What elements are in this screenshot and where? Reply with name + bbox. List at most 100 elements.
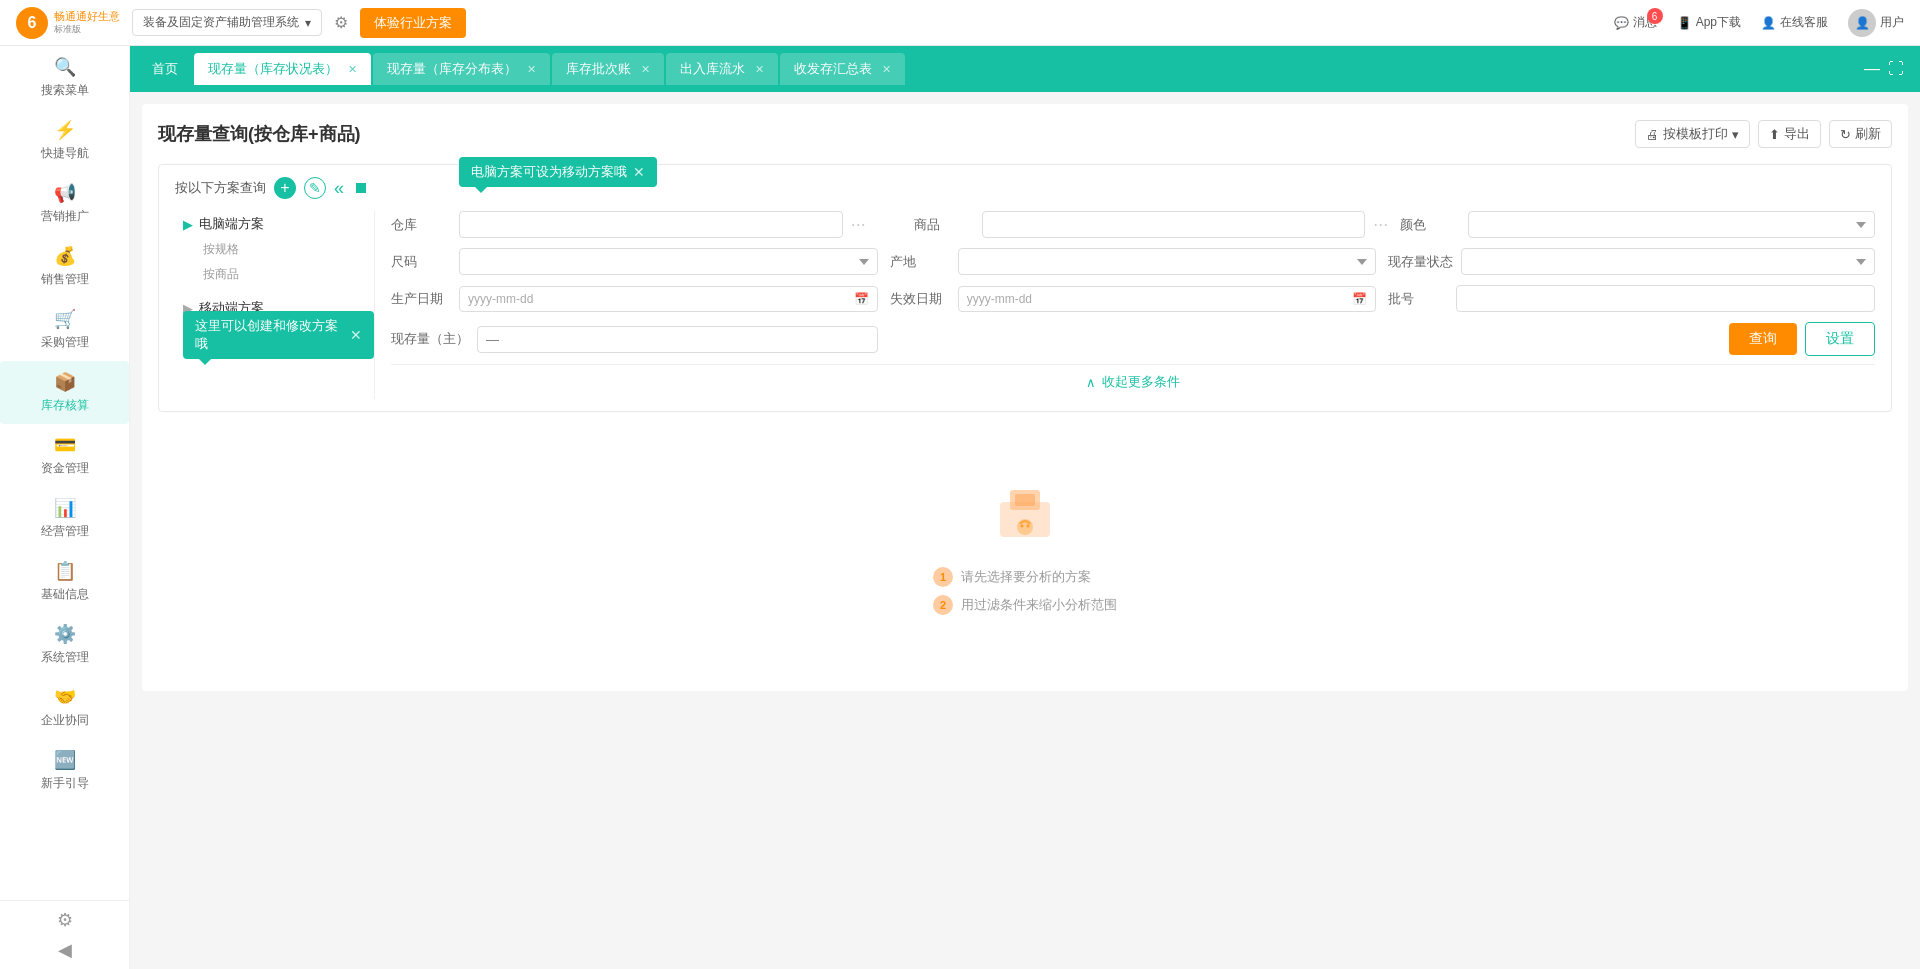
desktop-scheme-item[interactable]: ▶ 电脑端方案 xyxy=(175,211,362,237)
service-icon: 👤 xyxy=(1761,16,1776,30)
page-actions: 🖨 按模板打印 ▾ ⬆ 导出 ↻ 刷新 xyxy=(1635,120,1892,148)
sidebar-label-sales: 销售管理 xyxy=(41,271,89,288)
app-download-label: App下载 xyxy=(1696,14,1741,31)
connector-dot xyxy=(356,183,366,193)
settings-bottom-icon[interactable]: ⚙ xyxy=(57,909,73,931)
tab-bar: 首页 现存量（库存状况表） ✕ 现存量（库存分布表） ✕ 库存批次账 ✕ 出入库… xyxy=(130,46,1920,92)
tooltip2-close[interactable]: ✕ xyxy=(350,327,362,343)
scheme-tree: 这里可以创建和修改方案哦 ✕ ▶ 电脑端方案 xyxy=(175,211,375,399)
message-icon: 💬 xyxy=(1614,16,1629,30)
product-dots: ··· xyxy=(1373,214,1388,235)
batch-no-input[interactable] xyxy=(1456,285,1875,312)
arrow-down-icon: ▶ xyxy=(183,217,193,232)
message-btn[interactable]: 💬 消息 6 xyxy=(1614,14,1657,31)
template-print-btn[interactable]: 🖨 按模板打印 ▾ xyxy=(1635,120,1750,148)
tab-inventory-dist[interactable]: 现存量（库存分布表） ✕ xyxy=(373,53,550,85)
empty-icon xyxy=(985,472,1065,552)
color-filter: 颜色 xyxy=(1400,211,1875,238)
search-btn[interactable]: 查询 xyxy=(1729,323,1797,355)
tab-receive-send[interactable]: 收发存汇总表 ✕ xyxy=(780,53,905,85)
sidebar-item-search-menu[interactable]: 🔍 搜索菜单 xyxy=(0,46,129,109)
size-filter: 尺码 xyxy=(391,248,878,275)
warehouse-input[interactable] xyxy=(459,211,843,238)
basic-info-icon: 📋 xyxy=(54,560,76,582)
color-select[interactable] xyxy=(1468,211,1875,238)
industry-btn[interactable]: 体验行业方案 xyxy=(360,8,466,38)
sidebar-label-inventory: 库存核算 xyxy=(41,397,89,414)
filter-add-btn[interactable]: + xyxy=(274,177,296,199)
system-name: 装备及固定资产辅助管理系统 xyxy=(143,14,299,31)
collapse-btn[interactable]: ∧ 收起更多条件 xyxy=(391,364,1875,399)
product-filter: 商品 ··· xyxy=(914,211,1389,238)
sidebar-item-finance[interactable]: 💳 资金管理 xyxy=(0,424,129,487)
origin-select[interactable] xyxy=(958,248,1377,275)
sidebar-item-basic-info[interactable]: 📋 基础信息 xyxy=(0,550,129,613)
product-input[interactable] xyxy=(982,211,1366,238)
tab-home-label: 首页 xyxy=(152,60,178,78)
tab-home[interactable]: 首页 xyxy=(138,53,192,85)
svg-point-4 xyxy=(1021,525,1024,528)
stock-main-input[interactable] xyxy=(477,326,878,353)
avatar-icon: 👤 xyxy=(1855,16,1870,30)
collapse-icon[interactable]: ◀ xyxy=(58,939,72,961)
sidebar-item-marketing[interactable]: 📢 营销推广 xyxy=(0,172,129,235)
filter-fields: 仓库 ··· 商品 ··· xyxy=(375,211,1875,399)
sidebar-item-sales[interactable]: 💰 销售管理 xyxy=(0,235,129,298)
sidebar-item-system[interactable]: ⚙️ 系统管理 xyxy=(0,613,129,676)
marketing-icon: 📢 xyxy=(54,182,76,204)
maximize-icon[interactable]: ⛶ xyxy=(1888,60,1904,78)
prod-date-label: 生产日期 xyxy=(391,290,451,308)
tooltip1-text: 电脑方案可设为移动方案哦 xyxy=(471,163,627,181)
size-select[interactable] xyxy=(459,248,878,275)
empty-state: 1 请先选择要分析的方案 2 用过滤条件来缩小分析范围 xyxy=(158,412,1892,675)
user-btn[interactable]: 👤 用户 xyxy=(1848,9,1904,37)
top-bar-left: 6 畅通通好生意 标准版 装备及固定资产辅助管理系统 ▾ ⚙ 体验行业方案 xyxy=(16,7,466,39)
tab-in-out-flow[interactable]: 出入库流水 ✕ xyxy=(666,53,778,85)
enterprise-icon: 🤝 xyxy=(54,686,76,708)
tooltip1-close[interactable]: ✕ xyxy=(633,164,645,180)
tab-inventory-status[interactable]: 现存量（库存状况表） ✕ xyxy=(194,53,371,85)
warehouse-label: 仓库 xyxy=(391,216,451,234)
refresh-btn[interactable]: ↻ 刷新 xyxy=(1829,120,1892,148)
empty-step-1: 1 请先选择要分析的方案 xyxy=(933,567,1117,587)
filter-header: 按以下方案查询 + ✎ « xyxy=(175,177,1875,199)
sidebar-label-ops: 经营管理 xyxy=(41,523,89,540)
scheme-child-1[interactable]: 按规格 xyxy=(195,237,362,262)
filter-back-btn[interactable]: « xyxy=(334,178,344,199)
system-selector[interactable]: 装备及固定资产辅助管理系统 ▾ xyxy=(132,9,322,36)
tab-inventory-status-label: 现存量（库存状况表） xyxy=(208,60,338,78)
sidebar-item-enterprise[interactable]: 🤝 企业协同 xyxy=(0,676,129,739)
settings-icon[interactable]: ⚙ xyxy=(334,13,348,32)
content-area: 首页 现存量（库存状况表） ✕ 现存量（库存分布表） ✕ 库存批次账 ✕ 出入库… xyxy=(130,46,1920,969)
empty-step-2: 2 用过滤条件来缩小分析范围 xyxy=(933,595,1117,615)
top-bar: 6 畅通通好生意 标准版 装备及固定资产辅助管理系统 ▾ ⚙ 体验行业方案 💬 … xyxy=(0,0,1920,46)
sidebar-item-operations[interactable]: 📊 经营管理 xyxy=(0,487,129,550)
tab-close-icon-4[interactable]: ✕ xyxy=(755,63,764,76)
tab-close-icon-5[interactable]: ✕ xyxy=(882,63,891,76)
sidebar-item-purchase[interactable]: 🛒 采购管理 xyxy=(0,298,129,361)
minimize-icon[interactable]: — xyxy=(1864,60,1880,78)
origin-filter: 产地 xyxy=(890,248,1377,275)
filter-edit-btn[interactable]: ✎ xyxy=(304,177,326,199)
prod-date-input[interactable]: yyyy-mm-dd 📅 xyxy=(459,286,878,312)
export-btn[interactable]: ⬆ 导出 xyxy=(1758,120,1821,148)
app-download-btn[interactable]: 📱 App下载 xyxy=(1677,14,1741,31)
expiry-date-input[interactable]: yyyy-mm-dd 📅 xyxy=(958,286,1377,312)
scheme-child-2[interactable]: 按商品 xyxy=(195,262,362,287)
reset-btn[interactable]: 设置 xyxy=(1805,322,1875,356)
tab-close-icon-2[interactable]: ✕ xyxy=(527,63,536,76)
stock-status-select[interactable] xyxy=(1461,248,1875,275)
tab-batch-ledger[interactable]: 库存批次账 ✕ xyxy=(552,53,664,85)
online-service-btn[interactable]: 👤 在线客服 xyxy=(1761,14,1828,31)
sidebar-item-guide[interactable]: 🆕 新手引导 xyxy=(0,739,129,802)
filter-body: 这里可以创建和修改方案哦 ✕ ▶ 电脑端方案 xyxy=(175,211,1875,399)
page-title-row: 现存量查询(按仓库+商品) 🖨 按模板打印 ▾ ⬆ 导出 xyxy=(158,120,1892,148)
operations-icon: 📊 xyxy=(54,497,76,519)
stock-main-filter: 现存量（主） xyxy=(391,326,878,353)
phone-icon: 📱 xyxy=(1677,16,1692,30)
tab-close-icon-3[interactable]: ✕ xyxy=(641,63,650,76)
sidebar-item-inventory[interactable]: 📦 库存核算 xyxy=(0,361,129,424)
tab-close-icon[interactable]: ✕ xyxy=(348,63,357,76)
batch-no-label: 批号 xyxy=(1388,290,1448,308)
sidebar-item-quick-nav[interactable]: ⚡ 快捷导航 xyxy=(0,109,129,172)
